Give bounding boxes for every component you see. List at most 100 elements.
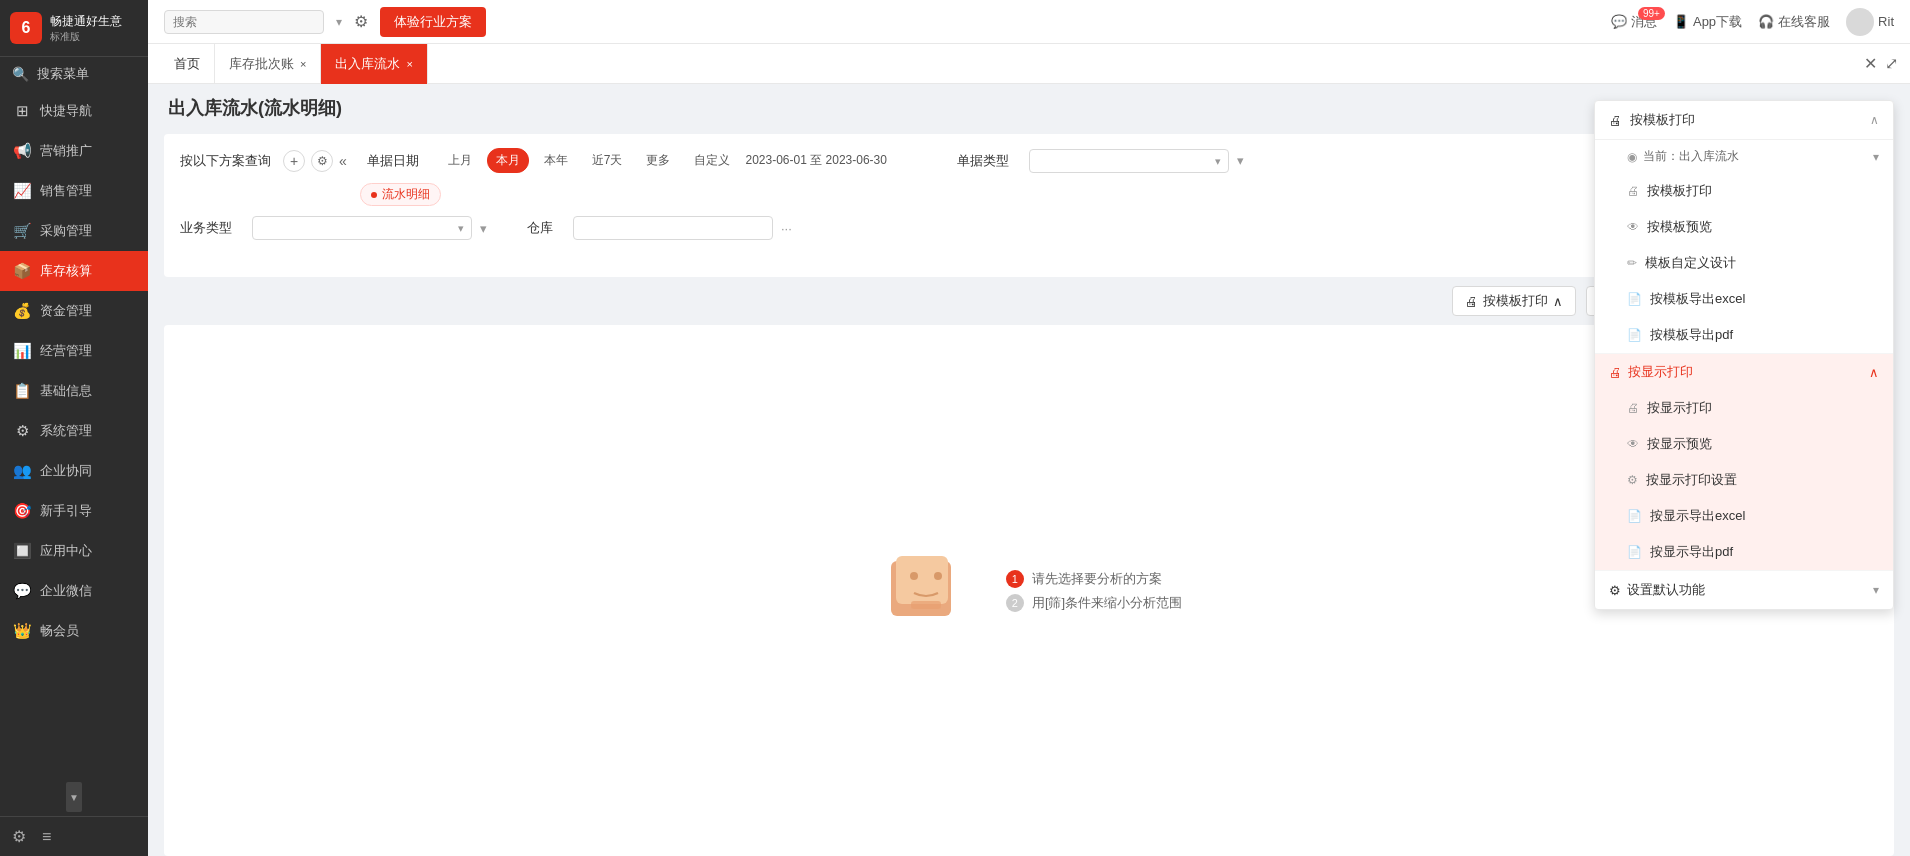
tab-home[interactable]: 首页 bbox=[160, 44, 215, 84]
filter-add-button[interactable]: + bbox=[283, 150, 305, 172]
tab-in-out-flow-close[interactable]: × bbox=[406, 58, 412, 70]
sidebar-item-sales[interactable]: 📈 销售管理 bbox=[0, 171, 148, 211]
tab-in-out-flow[interactable]: 出入库流水 × bbox=[321, 44, 427, 84]
sidebar-label-collab: 企业协同 bbox=[40, 462, 92, 480]
current-icon: ◉ bbox=[1627, 150, 1637, 164]
sidebar-label-wechat: 企业微信 bbox=[40, 582, 92, 600]
svg-rect-1 bbox=[896, 556, 948, 604]
sidebar-item-guide[interactable]: 🎯 新手引导 bbox=[0, 491, 148, 531]
tab-batch-account[interactable]: 库存批次账 × bbox=[215, 44, 321, 84]
dropdown-printer-icon: 🖨 bbox=[1609, 113, 1622, 128]
template-preview-icon: 👁 bbox=[1627, 220, 1639, 234]
sidebar-item-operations[interactable]: 📊 经营管理 bbox=[0, 331, 148, 371]
dropdown-item-template-preview[interactable]: 👁 按模板预览 bbox=[1595, 209, 1893, 245]
sidebar-item-basics[interactable]: 📋 基础信息 bbox=[0, 371, 148, 411]
footer-label: 设置默认功能 bbox=[1627, 581, 1705, 599]
sidebar-item-system[interactable]: ⚙ 系统管理 bbox=[0, 411, 148, 451]
collab-icon: 👥 bbox=[12, 461, 32, 481]
dropdown-item-display-preview[interactable]: 👁 按显示预览 bbox=[1595, 426, 1893, 462]
svg-point-3 bbox=[934, 572, 942, 580]
print-chevron: ∧ bbox=[1553, 294, 1563, 309]
sidebar-item-inventory[interactable]: 📦 库存核算 bbox=[0, 251, 148, 291]
dropdown-current[interactable]: ◉ 当前：出入库流水 ▾ bbox=[1595, 140, 1893, 173]
guide-icon: 🎯 bbox=[12, 501, 32, 521]
biz-type-row: 业务类型 ▾ bbox=[180, 216, 487, 240]
display-print-icon: 🖨 bbox=[1627, 401, 1639, 415]
sidebar-search[interactable]: 🔍 搜索菜单 bbox=[0, 57, 148, 91]
sidebar-item-wechat[interactable]: 💬 企业微信 bbox=[0, 571, 148, 611]
date-btn-last-month[interactable]: 上月 bbox=[439, 148, 481, 173]
biz-type-dropdown-icon[interactable]: ▾ bbox=[480, 221, 487, 236]
date-btn-custom[interactable]: 自定义 bbox=[685, 148, 739, 173]
dropdown-item-display-print[interactable]: 🖨 按显示打印 bbox=[1595, 390, 1893, 426]
type-select-input[interactable] bbox=[1029, 149, 1229, 173]
filter-collapse-button[interactable]: « bbox=[339, 153, 347, 169]
dropdown-item-template-design[interactable]: ✏ 模板自定义设计 bbox=[1595, 245, 1893, 281]
finance-icon: 💰 bbox=[12, 301, 32, 321]
quick-nav-icon: ⊞ bbox=[12, 101, 32, 121]
sidebar-item-apps[interactable]: 🔲 应用中心 bbox=[0, 531, 148, 571]
biz-type-select-wrapper bbox=[252, 216, 472, 240]
dropdown-item-display-pdf[interactable]: 📄 按显示导出pdf bbox=[1595, 534, 1893, 570]
topbar-search-input[interactable] bbox=[164, 10, 324, 34]
dropdown-item-display-settings[interactable]: ⚙ 按显示打印设置 bbox=[1595, 462, 1893, 498]
date-btn-7days[interactable]: 近7天 bbox=[583, 148, 632, 173]
tab-batch-account-close[interactable]: × bbox=[300, 58, 306, 70]
vip-icon: 👑 bbox=[12, 621, 32, 641]
tab-maximize-icon[interactable]: ⤢ bbox=[1885, 54, 1898, 73]
operations-icon: 📊 bbox=[12, 341, 32, 361]
dropdown-item-template-pdf[interactable]: 📄 按模板导出pdf bbox=[1595, 317, 1893, 353]
dropdown-item-template-print[interactable]: 🖨 按模板打印 bbox=[1595, 173, 1893, 209]
display-excel-icon: 📄 bbox=[1627, 509, 1642, 523]
warehouse-input[interactable] bbox=[573, 216, 773, 240]
hint-num-1: 1 bbox=[1006, 570, 1024, 588]
app-download-label: App下载 bbox=[1693, 13, 1742, 31]
filter-label: 按以下方案查询 bbox=[180, 152, 271, 170]
sidebar-label-system: 系统管理 bbox=[40, 422, 92, 440]
sidebar-item-marketing[interactable]: 📢 营销推广 bbox=[0, 131, 148, 171]
tab-close-all-icon[interactable]: ✕ bbox=[1864, 54, 1877, 73]
sidebar-item-collab[interactable]: 👥 企业协同 bbox=[0, 451, 148, 491]
headset-icon: 🎧 bbox=[1758, 14, 1774, 29]
sidebar-item-vip[interactable]: 👑 畅会员 bbox=[0, 611, 148, 651]
date-range-display: 2023-06-01 至 2023-06-30 bbox=[745, 152, 886, 169]
display-excel-label: 按显示导出excel bbox=[1650, 507, 1745, 525]
app-edition: 标准版 bbox=[50, 30, 122, 44]
trial-button[interactable]: 体验行业方案 bbox=[380, 7, 486, 37]
app-download-item[interactable]: 📱 App下载 bbox=[1673, 13, 1742, 31]
topbar-chevron-icon[interactable]: ▾ bbox=[336, 15, 342, 29]
filter-setting-button[interactable]: ⚙ bbox=[311, 150, 333, 172]
warehouse-dots[interactable]: ··· bbox=[781, 221, 792, 236]
collapse-sidebar-icon[interactable]: ≡ bbox=[42, 828, 51, 846]
template-design-icon: ✏ bbox=[1627, 256, 1637, 270]
print-button[interactable]: 🖨 按模板打印 ∧ bbox=[1452, 286, 1576, 316]
flow-detail-tag[interactable]: 流水明细 bbox=[360, 183, 441, 206]
dropdown-item-template-excel[interactable]: 📄 按模板导出excel bbox=[1595, 281, 1893, 317]
biz-type-input[interactable] bbox=[252, 216, 472, 240]
sidebar-item-finance[interactable]: 💰 资金管理 bbox=[0, 291, 148, 331]
dropdown-footer[interactable]: ⚙ 设置默认功能 ▾ bbox=[1595, 571, 1893, 609]
online-service-item[interactable]: 🎧 在线客服 bbox=[1758, 13, 1830, 31]
dropdown-item-display-excel[interactable]: 📄 按显示导出excel bbox=[1595, 498, 1893, 534]
sidebar-item-quick-nav[interactable]: ⊞ 快捷导航 bbox=[0, 91, 148, 131]
dropdown-collapse-icon[interactable]: ∧ bbox=[1870, 113, 1879, 127]
user-avatar-item[interactable]: Rit bbox=[1846, 8, 1894, 36]
type-dropdown-icon[interactable]: ▾ bbox=[1237, 153, 1244, 168]
sidebar-label-purchase: 采购管理 bbox=[40, 222, 92, 240]
warehouse-row: 仓库 ··· bbox=[527, 216, 792, 240]
hint-item-2: 2 用[筛]条件来缩小分析范围 bbox=[1006, 594, 1182, 612]
message-item[interactable]: 💬 消息 99+ bbox=[1611, 13, 1657, 31]
date-btn-this-year[interactable]: 本年 bbox=[535, 148, 577, 173]
dropdown-header: 🖨 按模板打印 ∧ bbox=[1595, 101, 1893, 140]
sidebar-item-purchase[interactable]: 🛒 采购管理 bbox=[0, 211, 148, 251]
topbar-gear-icon[interactable]: ⚙ bbox=[354, 12, 368, 31]
sidebar-label-guide: 新手引导 bbox=[40, 502, 92, 520]
footer-content: ⚙ 设置默认功能 bbox=[1609, 581, 1705, 599]
sidebar-scroll-down[interactable]: ▼ bbox=[66, 782, 82, 812]
sidebar-label-finance: 资金管理 bbox=[40, 302, 92, 320]
date-btn-this-month[interactable]: 本月 bbox=[487, 148, 529, 173]
dropdown-subsection-header[interactable]: 🖨 按显示打印 ∧ bbox=[1595, 354, 1893, 390]
template-design-label: 模板自定义设计 bbox=[1645, 254, 1736, 272]
date-btn-more[interactable]: 更多 bbox=[637, 148, 679, 173]
settings-bottom-icon[interactable]: ⚙ bbox=[12, 827, 26, 846]
